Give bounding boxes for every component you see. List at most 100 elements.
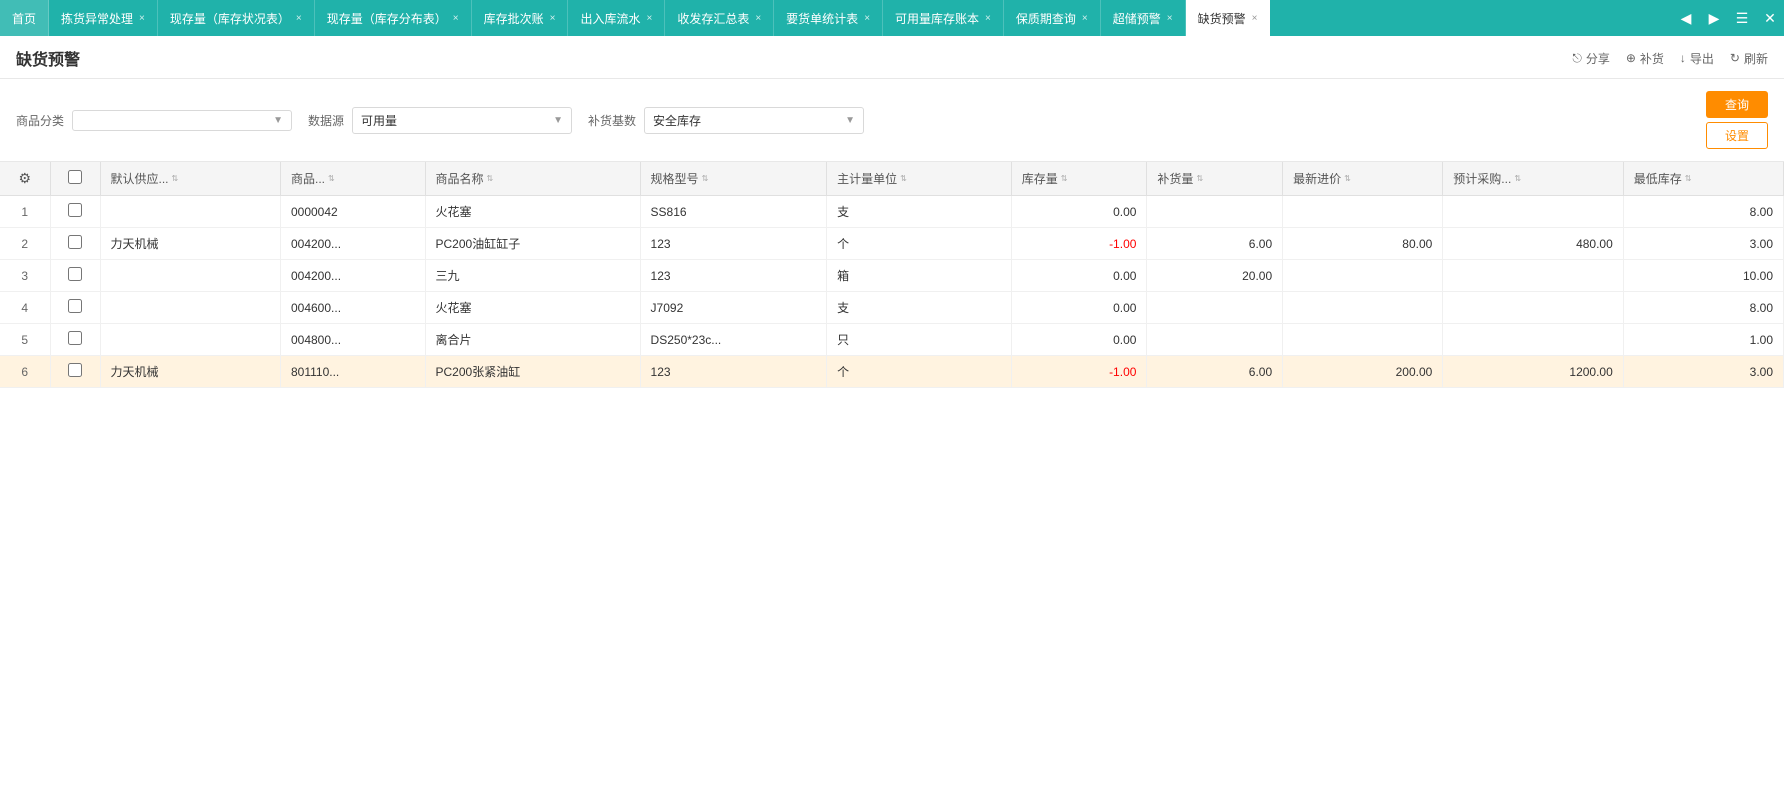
row-checkbox-5[interactable] [50, 356, 100, 388]
tab-batch[interactable]: 库存批次账 × [472, 0, 569, 36]
tab-flow[interactable]: 出入库流水 × [568, 0, 665, 36]
tab-available[interactable]: 可用量库存账本 × [883, 0, 1004, 36]
tab-close-expiry[interactable]: × [1082, 13, 1088, 24]
tab-shortage[interactable]: 缺货预警 × [1186, 0, 1271, 36]
row-replenish-5: 6.00 [1147, 356, 1283, 388]
tab-close-stock-dist[interactable]: × [453, 13, 459, 24]
row-est-purchase-0 [1443, 196, 1623, 228]
tab-close-all-btn[interactable]: ✕ [1756, 0, 1784, 36]
row-latest-price-3 [1283, 292, 1443, 324]
row-replenish-3 [1147, 292, 1283, 324]
row-est-purchase-3 [1443, 292, 1623, 324]
row-replenish-2: 20.00 [1147, 260, 1283, 292]
row-unit-1: 个 [827, 228, 1012, 260]
row-latest-price-1: 80.00 [1283, 228, 1443, 260]
row-supplier-1: 力天机械 [100, 228, 280, 260]
row-checkbox-2[interactable] [50, 260, 100, 292]
row-check-3[interactable] [68, 299, 82, 313]
row-min-stock-3: 8.00 [1623, 292, 1783, 324]
tab-expiry[interactable]: 保质期查询 × [1004, 0, 1101, 36]
select-all-checkbox[interactable] [68, 170, 82, 184]
column-min-stock: 最低库存⇅ [1623, 162, 1783, 196]
row-check-0[interactable] [68, 203, 82, 217]
table-row: 5 004800... 离合片 DS250*23c... 只 0.00 1.00 [0, 324, 1784, 356]
export-button[interactable]: ↓ 导出 [1680, 50, 1714, 67]
row-checkbox-4[interactable] [50, 324, 100, 356]
replenish-icon: ⊕ [1626, 51, 1636, 65]
row-supplier-4 [100, 324, 280, 356]
tab-close-flow[interactable]: × [646, 13, 652, 24]
tab-prev-btn[interactable]: ◀ [1672, 0, 1700, 36]
row-check-5[interactable] [68, 363, 82, 377]
sort-icon-est-purchase: ⇅ [1514, 174, 1521, 183]
category-dropdown-icon: ▼ [273, 115, 283, 126]
sort-icon-supplier: ⇅ [172, 174, 179, 183]
tab-summary[interactable]: 收发存汇总表 × [665, 0, 774, 36]
row-est-purchase-1: 480.00 [1443, 228, 1623, 260]
tab-close-abnormal[interactable]: × [139, 13, 145, 24]
row-code-4: 004800... [280, 324, 425, 356]
category-select[interactable]: ▼ [72, 110, 292, 131]
tab-demand[interactable]: 要货单统计表 × [774, 0, 883, 36]
tab-overstock[interactable]: 超储预警 × [1101, 0, 1186, 36]
row-supplier-0 [100, 196, 280, 228]
sort-icon-spec: ⇅ [702, 174, 709, 183]
column-supplier: 默认供应...⇅ [100, 162, 280, 196]
row-supplier-5: 力天机械 [100, 356, 280, 388]
column-replenish: 补货量⇅ [1147, 162, 1283, 196]
column-gear[interactable]: ⚙ [0, 162, 50, 196]
row-replenish-0 [1147, 196, 1283, 228]
tab-close-stock-status[interactable]: × [296, 13, 302, 24]
filter-bar: 商品分类 ▼ 数据源 可用量 ▼ 补货基数 安全库存 ▼ 查询 设置 [0, 79, 1784, 162]
table-row: 3 004200... 三九 123 箱 0.00 20.00 10.00 [0, 260, 1784, 292]
table-row: 1 0000042 火花塞 SS816 支 0.00 8.00 [0, 196, 1784, 228]
tab-menu-btn[interactable]: ☰ [1728, 0, 1756, 36]
datasource-select[interactable]: 可用量 ▼ [352, 107, 572, 134]
table-row: 2 力天机械 004200... PC200油缸缸子 123 个 -1.00 6… [0, 228, 1784, 260]
row-code-1: 004200... [280, 228, 425, 260]
tab-close-batch[interactable]: × [550, 13, 556, 24]
row-name-5: PC200张紧油缸 [425, 356, 640, 388]
settings-button[interactable]: 设置 [1706, 122, 1768, 149]
tab-close-summary[interactable]: × [755, 13, 761, 24]
page-title: 缺货预警 [16, 46, 80, 70]
tab-stock-dist[interactable]: 现存量（库存分布表） × [315, 0, 472, 36]
row-check-4[interactable] [68, 331, 82, 345]
row-stock-2: 0.00 [1011, 260, 1147, 292]
query-button[interactable]: 查询 [1706, 91, 1768, 118]
tab-close-overstock[interactable]: × [1167, 13, 1173, 24]
row-checkbox-1[interactable] [50, 228, 100, 260]
tab-next-btn[interactable]: ▶ [1700, 0, 1728, 36]
row-name-3: 火花塞 [425, 292, 640, 324]
tab-abnormal[interactable]: 拣货异常处理 × [49, 0, 158, 36]
tab-stock-status[interactable]: 现存量（库存状况表） × [158, 0, 315, 36]
row-checkbox-3[interactable] [50, 292, 100, 324]
refresh-icon: ↻ [1730, 51, 1740, 65]
basis-select[interactable]: 安全库存 ▼ [644, 107, 864, 134]
row-code-3: 004600... [280, 292, 425, 324]
row-name-1: PC200油缸缸子 [425, 228, 640, 260]
replenish-button[interactable]: ⊕ 补货 [1626, 50, 1664, 67]
row-latest-price-4 [1283, 324, 1443, 356]
row-latest-price-5: 200.00 [1283, 356, 1443, 388]
row-checkbox-0[interactable] [50, 196, 100, 228]
row-supplier-2 [100, 260, 280, 292]
export-icon: ↓ [1680, 51, 1686, 65]
tab-close-shortage[interactable]: × [1252, 13, 1258, 24]
row-stock-3: 0.00 [1011, 292, 1147, 324]
column-unit: 主计量单位⇅ [827, 162, 1012, 196]
datasource-label: 数据源 [308, 112, 344, 129]
sort-icon-unit: ⇅ [900, 174, 907, 183]
row-latest-price-2 [1283, 260, 1443, 292]
row-spec-1: 123 [640, 228, 827, 260]
row-check-1[interactable] [68, 235, 82, 249]
share-button[interactable]: ⎋ 分享 [1572, 50, 1610, 67]
row-check-2[interactable] [68, 267, 82, 281]
refresh-button[interactable]: ↻ 刷新 [1730, 50, 1768, 67]
table-row: 4 004600... 火花塞 J7092 支 0.00 8.00 [0, 292, 1784, 324]
column-latest-price: 最新进价⇅ [1283, 162, 1443, 196]
tab-close-demand[interactable]: × [864, 13, 870, 24]
tab-home[interactable]: 首页 [0, 0, 49, 36]
tab-close-available[interactable]: × [985, 13, 991, 24]
category-filter-group: 商品分类 ▼ [16, 110, 292, 131]
